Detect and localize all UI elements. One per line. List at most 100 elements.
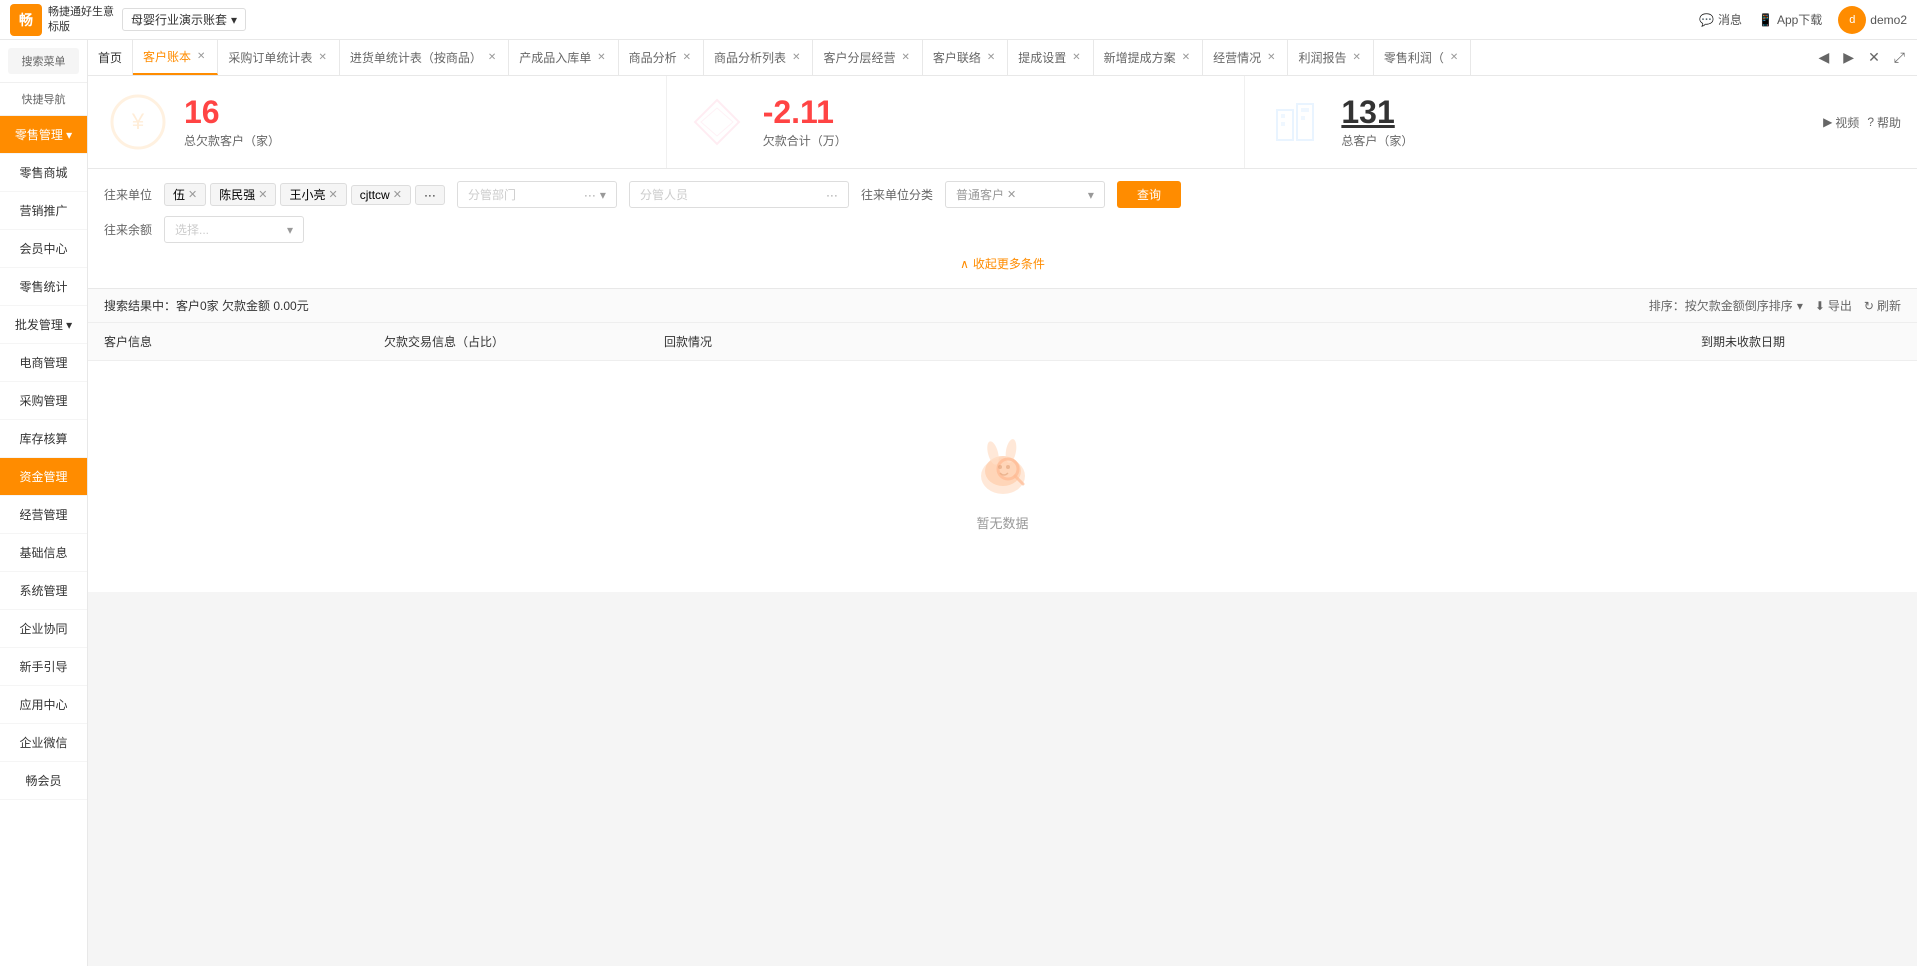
remove-tag-common-customer[interactable]: ✕: [1007, 188, 1016, 201]
filter-person-select[interactable]: 分管人员 ···: [629, 181, 849, 208]
table-header-customer: 客户信息: [104, 333, 384, 350]
export-icon: ⬇: [1815, 299, 1825, 313]
filter-unit-category-select[interactable]: 普通客户 ✕ ▾: [945, 181, 1105, 208]
sidebar-item-finance-mgmt[interactable]: 资金管理: [0, 458, 87, 496]
tab-promotion-settings[interactable]: 提成设置 ✕: [1008, 40, 1093, 75]
tab-nav-right-btn[interactable]: ▶: [1839, 47, 1858, 68]
tab-customer-contact[interactable]: 客户联络 ✕: [923, 40, 1008, 75]
balance-chevron-icon: ▾: [287, 223, 293, 237]
tab-customer-accounts[interactable]: 客户账本 ✕: [133, 40, 218, 75]
filter-tag-wang[interactable]: 王小亮 ✕: [280, 183, 346, 206]
filter-tag-more[interactable]: ···: [415, 185, 445, 205]
sidebar-item-purchase-mgmt[interactable]: 采购管理: [0, 382, 87, 420]
filter-tag-wu[interactable]: 伍 ✕: [164, 183, 206, 206]
message-btn[interactable]: 💬 消息: [1699, 11, 1742, 28]
app-download-btn[interactable]: 📱 App下载: [1758, 11, 1822, 28]
user-avatar-btn[interactable]: d demo2: [1838, 6, 1907, 34]
sidebar-item-basic-info[interactable]: 基础信息: [0, 534, 87, 572]
account-selector[interactable]: 母婴行业演示账套 ▾: [122, 8, 246, 31]
remove-tag-chen[interactable]: ✕: [258, 188, 267, 201]
stat-card-debt-amount: -2.11 欠款合计（万）: [667, 76, 1246, 168]
phone-icon: 📱: [1758, 13, 1773, 27]
remove-tag-wu[interactable]: ✕: [188, 188, 197, 201]
tab-home[interactable]: 首页: [88, 40, 133, 75]
sidebar-item-enterprise-collab[interactable]: 企业协同: [0, 610, 87, 648]
sidebar-search-area: 搜索菜单: [0, 40, 87, 83]
tab-close-customer-accounts[interactable]: ✕: [195, 50, 207, 63]
refresh-btn[interactable]: ↻ 刷新: [1864, 297, 1901, 314]
video-link[interactable]: ▶ 视频: [1823, 114, 1859, 131]
sidebar-quick-nav[interactable]: 快捷导航: [0, 83, 87, 116]
tab-close-product-analysis[interactable]: ✕: [681, 51, 693, 64]
tab-close-operations-status[interactable]: ✕: [1265, 51, 1277, 64]
stat-number-debt-amount: -2.11: [763, 96, 847, 128]
sidebar-item-app-center[interactable]: 应用中心: [0, 686, 87, 724]
tab-retail-profit[interactable]: 零售利润（ ✕: [1374, 40, 1471, 75]
tab-product-analysis-list[interactable]: 商品分析列表 ✕: [704, 40, 813, 75]
tab-nav-left-btn[interactable]: ◀: [1815, 47, 1834, 68]
sidebar-item-member-center[interactable]: 会员中心: [0, 230, 87, 268]
filter-tag-cjttcw[interactable]: cjttcw ✕: [351, 185, 411, 205]
top-bar-left: 畅 畅捷通好生意 标版 母婴行业演示账套 ▾: [10, 4, 246, 36]
tab-close-new-promotion[interactable]: ✕: [1180, 51, 1192, 64]
sidebar-item-retail-stats[interactable]: 零售统计: [0, 268, 87, 306]
filter-balance-select[interactable]: 选择... ▾: [164, 216, 304, 243]
sidebar-search-btn[interactable]: 搜索菜单: [8, 48, 79, 74]
tab-close-retail-profit[interactable]: ✕: [1448, 51, 1460, 64]
filter-tag-common-customer[interactable]: 普通客户 ✕: [956, 186, 1020, 203]
tab-operations-status[interactable]: 经营情况 ✕: [1203, 40, 1288, 75]
tab-close-profit-report[interactable]: ✕: [1351, 51, 1363, 64]
dept-chevron-icon: ▾: [600, 188, 606, 202]
tab-customer-segment[interactable]: 客户分层经营 ✕: [813, 40, 922, 75]
tab-close-product-inbound[interactable]: ✕: [595, 51, 607, 64]
sort-selector[interactable]: 排序：按欠款金额倒序排序 ▾: [1649, 297, 1803, 314]
content-area: 首页 客户账本 ✕ 采购订单统计表 ✕ 进货单统计表（按商品） ✕ 产成品入库单…: [88, 40, 1917, 966]
remove-tag-wang[interactable]: ✕: [329, 188, 338, 201]
building-icon: [1267, 94, 1323, 150]
collapse-filter-btn[interactable]: ∧ 收起更多条件: [104, 251, 1901, 276]
person-dots-icon: ···: [826, 188, 838, 202]
sidebar-item-inventory[interactable]: 库存核算: [0, 420, 87, 458]
tab-fullscreen-btn[interactable]: ⤢: [1890, 47, 1909, 68]
filter-balance-label: 往来余额: [104, 221, 152, 238]
tab-close-promotion-settings[interactable]: ✕: [1070, 51, 1082, 64]
stat-icon-building: [1265, 92, 1325, 152]
tab-close-inbound-stats[interactable]: ✕: [486, 51, 498, 64]
top-bar: 畅 畅捷通好生意 标版 母婴行业演示账套 ▾ 💬 消息 📱 App下载 d de…: [0, 0, 1917, 40]
sidebar-item-vip-member[interactable]: 畅会员: [0, 762, 87, 800]
sidebar-item-ecommerce[interactable]: 电商管理: [0, 344, 87, 382]
filter-dept-select[interactable]: 分管部门 ··· ▾: [457, 181, 617, 208]
sidebar-item-retail-mall[interactable]: 零售商城: [0, 154, 87, 192]
message-icon: 💬: [1699, 13, 1714, 27]
filter-area: 往来单位 伍 ✕ 陈民强 ✕ 王小亮 ✕: [88, 169, 1917, 289]
search-btn[interactable]: 查询: [1117, 181, 1181, 208]
empty-text: 暂无数据: [976, 513, 1028, 532]
sidebar-item-operations-mgmt[interactable]: 经营管理: [0, 496, 87, 534]
tab-new-promotion[interactable]: 新增提成方案 ✕: [1094, 40, 1203, 75]
tab-product-inbound[interactable]: 产成品入库单 ✕: [509, 40, 618, 75]
tab-close-purchase-order-stats[interactable]: ✕: [316, 51, 328, 64]
help-link[interactable]: ? 帮助: [1867, 114, 1901, 131]
stat-label-debt-customers: 总欠款客户（家）: [184, 132, 280, 149]
tab-inbound-stats[interactable]: 进货单统计表（按商品） ✕: [340, 40, 509, 75]
sidebar-item-enterprise-wechat[interactable]: 企业微信: [0, 724, 87, 762]
tab-product-analysis[interactable]: 商品分析 ✕: [619, 40, 704, 75]
tab-close-customer-contact[interactable]: ✕: [985, 51, 997, 64]
stat-info-debt-amount: -2.11 欠款合计（万）: [763, 96, 847, 149]
tab-profit-report[interactable]: 利润报告 ✕: [1288, 40, 1373, 75]
tab-close-product-analysis-list[interactable]: ✕: [790, 51, 802, 64]
sidebar-item-new-guide[interactable]: 新手引导: [0, 648, 87, 686]
filter-tag-chen[interactable]: 陈民强 ✕: [210, 183, 276, 206]
main-layout: 搜索菜单 快捷导航 零售管理 ▾ 零售商城 营销推广 会员中心 零售统计 批发管…: [0, 40, 1917, 966]
sidebar-item-batch-mgmt[interactable]: 批发管理 ▾: [0, 306, 87, 344]
tab-close-all-btn[interactable]: ✕: [1864, 47, 1884, 68]
export-btn[interactable]: ⬇ 导出: [1815, 297, 1852, 314]
sidebar: 搜索菜单 快捷导航 零售管理 ▾ 零售商城 营销推广 会员中心 零售统计 批发管…: [0, 40, 88, 966]
sidebar-item-marketing[interactable]: 营销推广: [0, 192, 87, 230]
tab-purchase-order-stats[interactable]: 采购订单统计表 ✕: [218, 40, 339, 75]
sidebar-item-retail-mgmt[interactable]: 零售管理 ▾: [0, 116, 87, 154]
remove-tag-cjttcw[interactable]: ✕: [393, 188, 402, 201]
sidebar-item-system-mgmt[interactable]: 系统管理: [0, 572, 87, 610]
results-info: 搜索结果中：客户0家 欠款金额 0.00元: [104, 297, 309, 314]
tab-close-customer-segment[interactable]: ✕: [899, 51, 911, 64]
